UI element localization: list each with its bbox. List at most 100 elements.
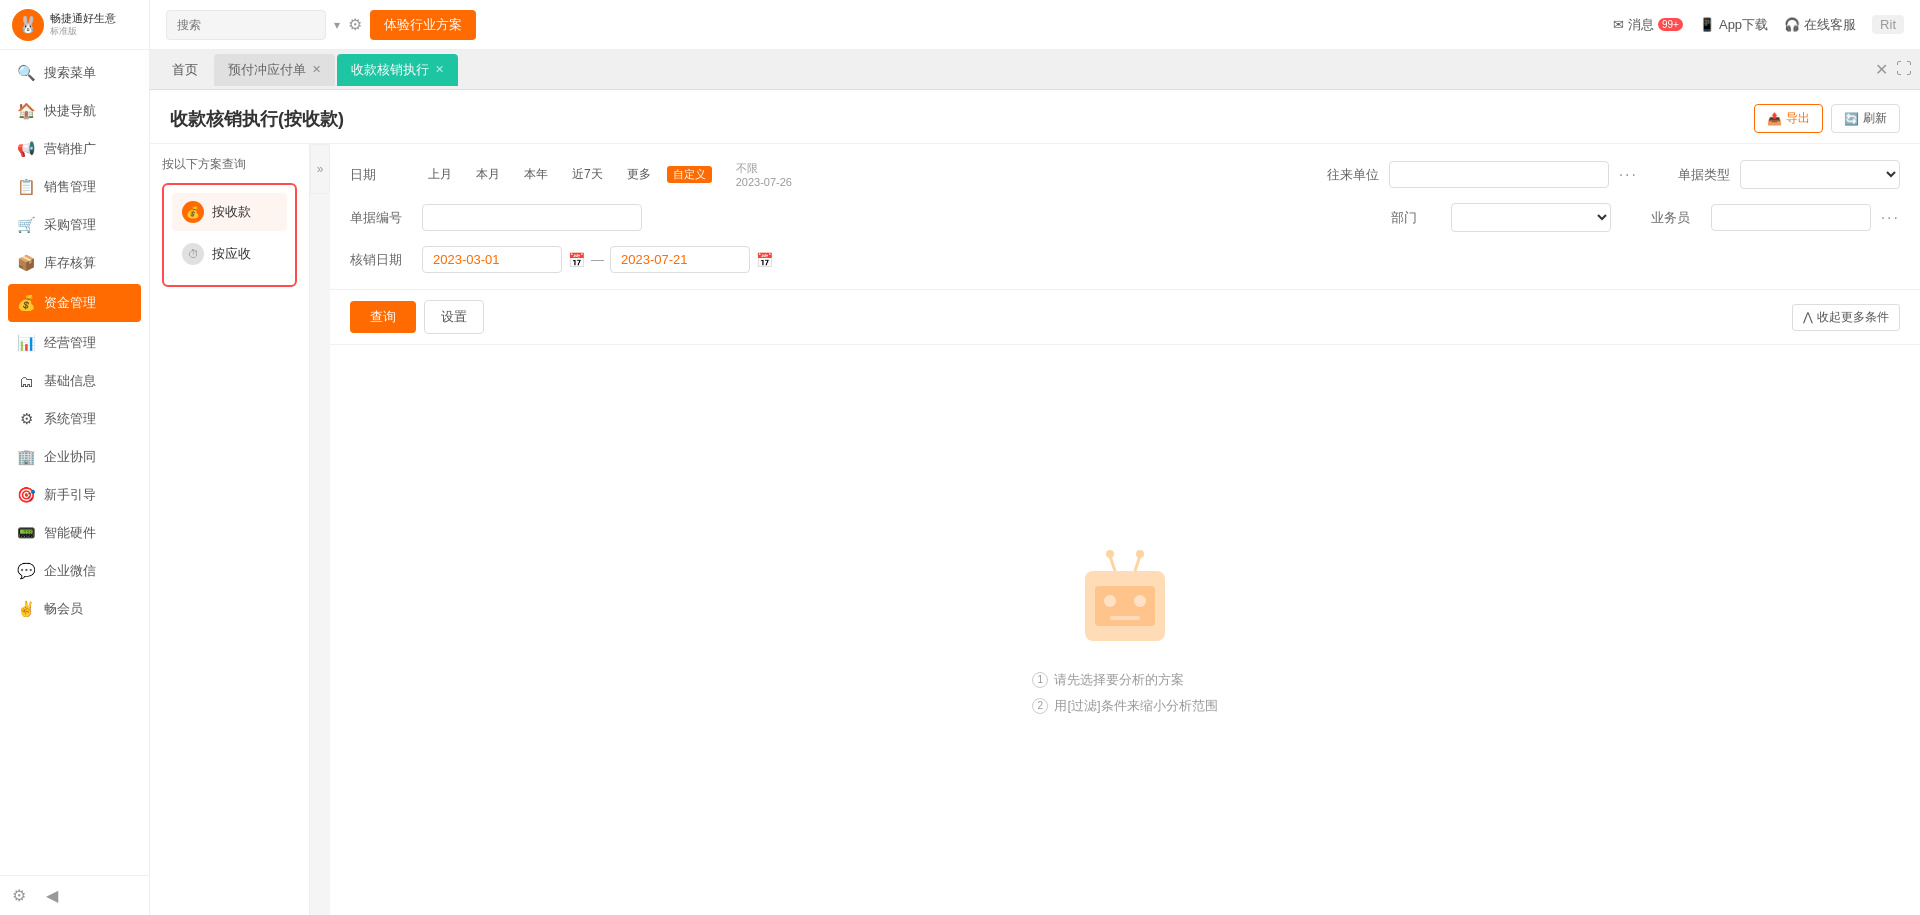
sidebar-item-basic-info[interactable]: 🗂 基础信息 (0, 362, 149, 400)
tab-close-all-icon[interactable]: ✕ (1875, 60, 1888, 79)
sidebar-item-inventory[interactable]: 📦 库存核算 (0, 244, 149, 282)
counterpart-dots[interactable]: ··· (1619, 166, 1638, 184)
sidebar-item-purchase[interactable]: 🛒 采购管理 (0, 206, 149, 244)
header-right: ✉ 消息 99+ 📱 App下载 🎧 在线客服 Rit (1613, 15, 1904, 34)
collapse-sidebar-icon[interactable]: ◀ (46, 886, 58, 905)
sidebar-item-label: 快捷导航 (44, 102, 96, 120)
online-service-btn[interactable]: 🎧 在线客服 (1784, 16, 1856, 34)
marketing-icon: 📢 (16, 140, 36, 158)
panel-item-by-receivable[interactable]: ⏱ 按应收 (172, 235, 287, 273)
voucher-no-input[interactable] (422, 204, 642, 231)
svg-line-7 (1135, 556, 1140, 571)
date-this-year-btn[interactable]: 本年 (516, 164, 556, 185)
sidebar-item-quick-nav[interactable]: 🏠 快捷导航 (0, 92, 149, 130)
svg-point-2 (1104, 595, 1116, 607)
app-download-btn[interactable]: 📱 App下载 (1699, 16, 1768, 34)
panel-item-by-receipt[interactable]: 💰 按收款 (172, 193, 287, 231)
staff-dots[interactable]: ··· (1881, 209, 1900, 227)
sidebar-item-enterprise[interactable]: 🏢 企业协同 (0, 438, 149, 476)
collapse-panel-btn[interactable]: » (310, 144, 330, 194)
sidebar-item-label: 基础信息 (44, 372, 96, 390)
collapse-more-icon: ⋀ (1803, 310, 1813, 324)
sidebar-item-marketing[interactable]: 📢 营销推广 (0, 130, 149, 168)
query-button[interactable]: 查询 (350, 301, 416, 333)
date-to-value: 2023-07-26 (736, 176, 792, 188)
date-filter-label: 日期 (350, 166, 400, 184)
tab-prepay[interactable]: 预付冲应付单 ✕ (214, 54, 335, 86)
verify-date-start-icon[interactable]: 📅 (568, 252, 585, 268)
sidebar-item-sales[interactable]: 📋 销售管理 (0, 168, 149, 206)
tab-expand-icon[interactable]: ⛶ (1896, 60, 1912, 79)
tab-home[interactable]: 首页 (158, 54, 212, 86)
app-edition: 标准版 (50, 25, 116, 38)
sidebar-item-guide[interactable]: 🎯 新手引导 (0, 476, 149, 514)
app-name: 畅捷通好生意 (50, 11, 116, 25)
sidebar-item-finance[interactable]: 💰 资金管理 (8, 284, 141, 322)
top-header: ▾ ⚙ 体验行业方案 ✉ 消息 99+ 📱 App下载 🎧 在线客服 Rit (150, 0, 1920, 50)
svg-point-8 (1136, 550, 1144, 558)
verify-date-end-input[interactable] (610, 246, 750, 273)
date-7days-btn[interactable]: 近7天 (564, 164, 611, 185)
tab-prepay-label: 预付冲应付单 (228, 61, 306, 79)
enterprise-icon: 🏢 (16, 448, 36, 466)
refresh-button[interactable]: 🔄 刷新 (1831, 104, 1900, 133)
sidebar-item-system[interactable]: ⚙ 系统管理 (0, 400, 149, 438)
finance-icon: 💰 (16, 294, 36, 312)
empty-svg (1060, 541, 1190, 651)
sidebar-item-operation[interactable]: 📊 经营管理 (0, 324, 149, 362)
sidebar: 🐰 畅捷通好生意 标准版 🔍 搜索菜单 🏠 快捷导航 📢 营销推广 📋 销售管理… (0, 0, 150, 915)
voucher-type-select[interactable] (1740, 160, 1900, 189)
sidebar-item-search-menu[interactable]: 🔍 搜索菜单 (0, 54, 149, 92)
settings-bottom-icon[interactable]: ⚙ (12, 886, 26, 905)
tab-receive-cancel-label: 收款核销执行 (351, 61, 429, 79)
dept-select[interactable] (1451, 203, 1611, 232)
date-custom-badge[interactable]: 自定义 (667, 166, 712, 183)
sidebar-item-label: 采购管理 (44, 216, 96, 234)
collapse-more-btn[interactable]: ⋀ 收起更多条件 (1792, 304, 1900, 331)
message-btn[interactable]: ✉ 消息 99+ (1613, 16, 1683, 34)
export-button[interactable]: 📤 导出 (1754, 104, 1823, 133)
empty-state: 1 请先选择要分析的方案 2 用[过滤]条件来缩小分析范围 (330, 345, 1920, 915)
verify-date-range: 📅 — 📅 (422, 246, 773, 273)
verify-date-end-icon[interactable]: 📅 (756, 252, 773, 268)
settings-button[interactable]: 设置 (424, 300, 484, 334)
sidebar-item-label: 畅会员 (44, 600, 83, 618)
counterpart-input[interactable] (1389, 161, 1609, 188)
sidebar-item-wechat[interactable]: 💬 企业微信 (0, 552, 149, 590)
tab-receive-cancel[interactable]: 收款核销执行 ✕ (337, 54, 458, 86)
sidebar-item-member[interactable]: ✌ 畅会员 (0, 590, 149, 628)
sidebar-bottom: ⚙ ◀ (0, 875, 149, 915)
user-account[interactable]: Rit (1872, 15, 1904, 34)
collapse-more-label: 收起更多条件 (1817, 309, 1889, 326)
sidebar-item-label: 智能硬件 (44, 524, 96, 542)
empty-text-area: 1 请先选择要分析的方案 2 用[过滤]条件来缩小分析范围 (1032, 667, 1217, 719)
page-title: 收款核销执行(按收款) (170, 107, 344, 131)
verify-date-start-input[interactable] (422, 246, 562, 273)
sidebar-item-label: 资金管理 (44, 294, 96, 312)
page-area: 收款核销执行(按收款) 📤 导出 🔄 刷新 按以下方案查询 💰 (150, 90, 1920, 915)
guide-icon: 🎯 (16, 486, 36, 504)
receivable-icon: ⏱ (182, 243, 204, 265)
dept-label: 部门 (1391, 209, 1441, 227)
sidebar-item-label: 系统管理 (44, 410, 96, 428)
industry-btn[interactable]: 体验行业方案 (370, 10, 476, 40)
tab-prepay-close-icon[interactable]: ✕ (312, 63, 321, 76)
page-header: 收款核销执行(按收款) 📤 导出 🔄 刷新 (150, 90, 1920, 144)
content-area: 按以下方案查询 💰 按收款 ⏱ 按应收 » (150, 144, 1920, 915)
date-this-month-btn[interactable]: 本月 (468, 164, 508, 185)
sidebar-item-label: 销售管理 (44, 178, 96, 196)
date-more-btn[interactable]: 更多 (619, 164, 659, 185)
sidebar-item-label: 新手引导 (44, 486, 96, 504)
filter-actions: 查询 设置 ⋀ 收起更多条件 (330, 290, 1920, 345)
panel-title: 按以下方案查询 (162, 156, 297, 173)
tab-receive-cancel-close-icon[interactable]: ✕ (435, 63, 444, 76)
panel-item-receipt-label: 按收款 (212, 203, 251, 221)
staff-input[interactable] (1711, 204, 1871, 231)
header-search-input[interactable] (166, 10, 326, 40)
main-area: ▾ ⚙ 体验行业方案 ✉ 消息 99+ 📱 App下载 🎧 在线客服 Rit 首… (150, 0, 1920, 915)
sidebar-item-smart-hw[interactable]: 📟 智能硬件 (0, 514, 149, 552)
gear-icon[interactable]: ⚙ (348, 15, 362, 34)
date-last-month-btn[interactable]: 上月 (420, 164, 460, 185)
staff-label: 业务员 (1651, 209, 1701, 227)
date-no-limit-text: 不限 (736, 161, 792, 176)
